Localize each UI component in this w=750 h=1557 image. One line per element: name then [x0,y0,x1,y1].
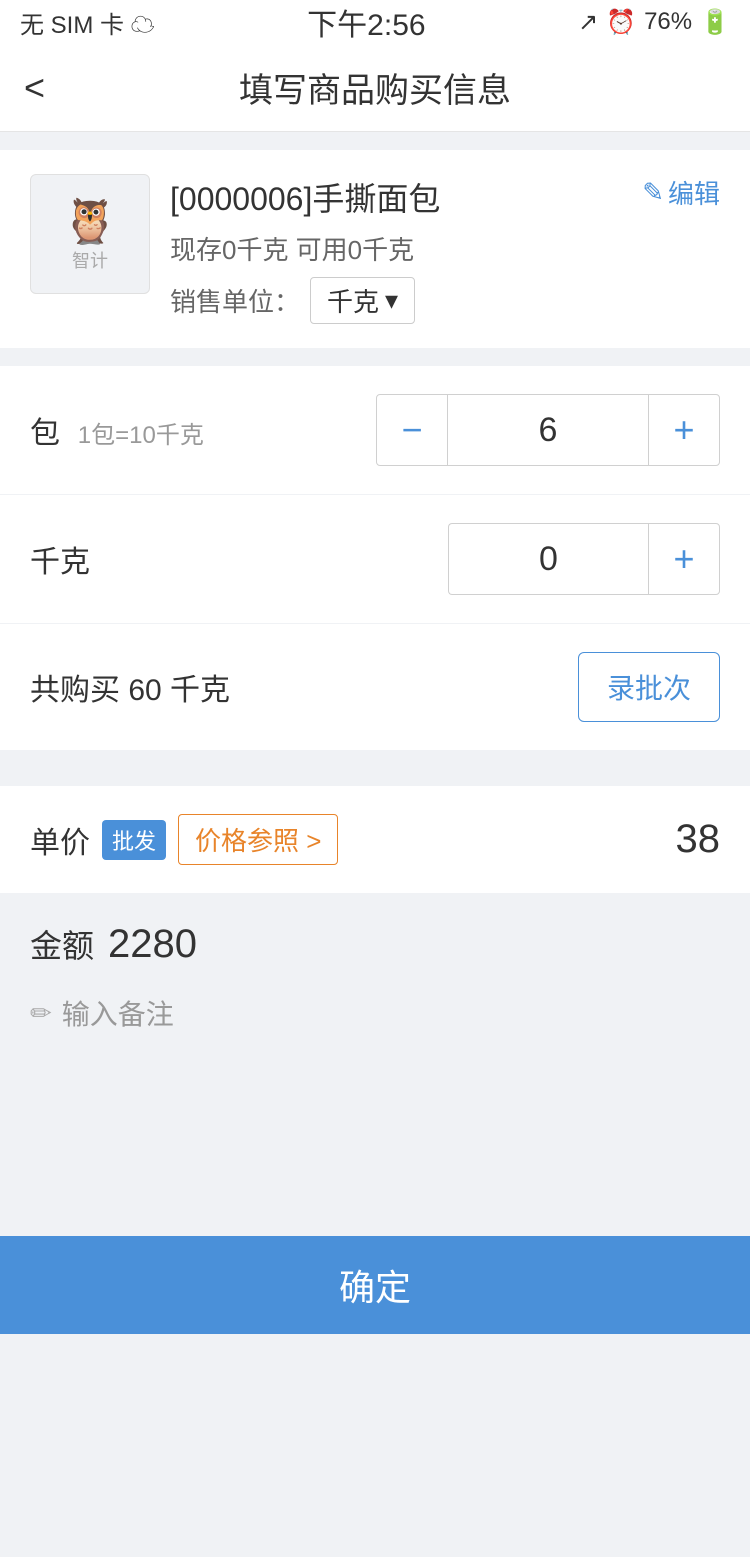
qty-label-kg: 千克 [30,537,90,581]
product-info: [0000006]手撕面包 现存0千克 可用0千克 销售单位： 千克 ▾ [170,174,600,324]
back-button[interactable]: < [24,67,45,109]
price-left: 单价 批发 价格参照 > [30,814,338,865]
qty-label-text-bao: 包 [30,417,60,450]
quantity-row-bao: 包 1包=10千克 − + [0,366,750,495]
edit-label: 编辑 [668,174,720,211]
amount-label: 金额 [30,921,94,967]
qty-hint-bao: 1包=10千克 [78,422,204,449]
location-icon: ↗ [578,8,598,37]
signal-text: 无 SIM 卡 ☁ [20,5,155,40]
unit-value: 千克 [327,282,379,319]
product-stock: 现存0千克 可用0千克 [170,230,600,267]
status-bar: 无 SIM 卡 ☁ 下午2:56 ↗ ⏰ 76% 🔋 [0,0,750,44]
status-time: 下午2:56 [307,0,425,44]
product-card-right: ✎ 编辑 [620,174,720,211]
note-row[interactable]: ✏ 输入备注 [30,983,720,1043]
record-batch-button[interactable]: 录批次 [578,652,720,722]
status-left: 无 SIM 卡 ☁ [20,5,155,40]
price-ref-button[interactable]: 价格参照 > [178,814,338,865]
qty-control-kg: + [448,523,720,595]
qty-plus-kg[interactable]: + [648,523,720,595]
section-divider-1 [0,348,750,366]
total-row: 共购买 60 千克 录批次 [0,624,750,750]
qty-minus-bao[interactable]: − [376,394,448,466]
product-name: [0000006]手撕面包 [170,174,600,220]
qty-control-bao: − + [376,394,720,466]
amount-value: 2280 [108,922,197,967]
qty-input-kg[interactable] [448,523,648,595]
amount-row: 金额 2280 [30,921,720,967]
alarm-icon: ⏰ [606,8,636,37]
product-card: 🦉 智计 [0000006]手撕面包 现存0千克 可用0千克 销售单位： 千克 … [0,150,750,348]
status-right: ↗ ⏰ 76% 🔋 [578,8,730,37]
section-divider-2 [0,750,750,768]
edit-button[interactable]: ✎ 编辑 [642,174,720,211]
quantity-row-kg: 千克 + [0,495,750,624]
product-logo-icon: 🦉 [63,195,118,247]
confirm-text: 确定 [339,1259,411,1311]
battery-icon: 🔋 [700,8,730,37]
batch-tag: 批发 [102,820,166,860]
unit-label: 销售单位： [170,282,300,319]
price-value: 38 [676,817,721,862]
price-section: 单价 批发 价格参照 > 38 [0,786,750,893]
nav-bar: < 填写商品购买信息 [0,44,750,132]
qty-label-bao: 包 1包=10千克 [30,408,204,452]
product-unit-row: 销售单位： 千克 ▾ [170,277,600,324]
qty-plus-bao[interactable]: + [648,394,720,466]
qty-input-bao[interactable] [448,394,648,466]
amount-section: 金额 2280 ✏ 输入备注 [0,893,750,1059]
page-title: 填写商品购买信息 [239,63,511,112]
product-thumbnail: 🦉 智计 [30,174,150,294]
total-label: 共购买 60 千克 [30,665,230,709]
price-label: 单价 [30,818,90,862]
battery-text: 76% [644,8,692,36]
qty-label-text-kg: 千克 [30,546,90,579]
confirm-bar[interactable]: 确定 [0,1236,750,1334]
unit-dropdown-icon: ▾ [385,285,398,316]
note-placeholder: 输入备注 [62,993,174,1033]
product-logo-text: 智计 [72,247,108,273]
pencil-icon: ✏ [30,998,52,1029]
unit-select[interactable]: 千克 ▾ [310,277,415,324]
edit-icon: ✎ [642,177,664,208]
